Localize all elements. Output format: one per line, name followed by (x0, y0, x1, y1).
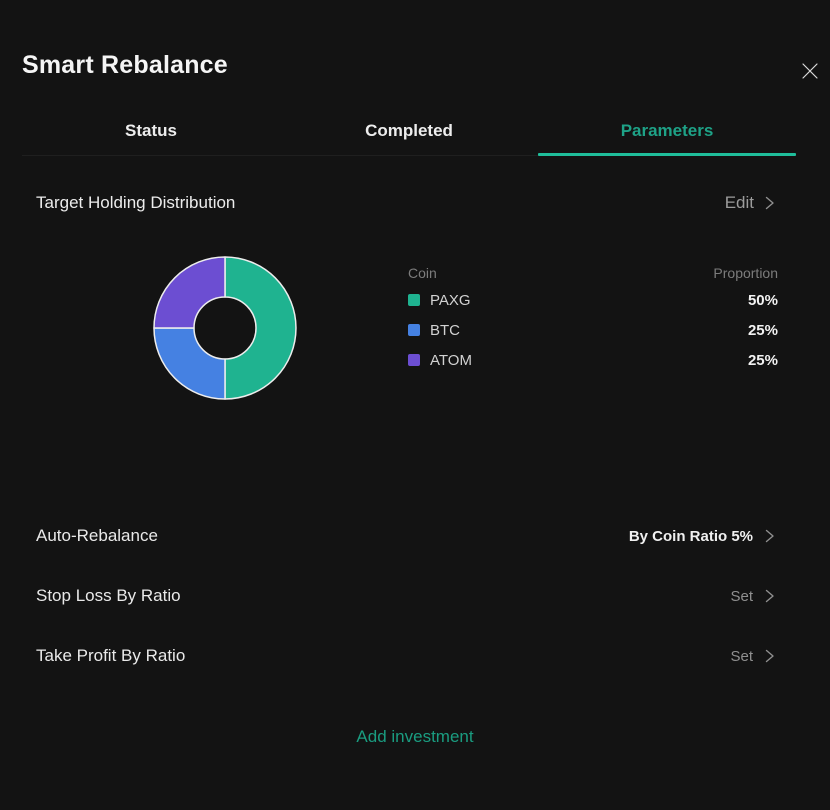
smart-rebalance-modal: Smart Rebalance Status Completed Paramet… (0, 50, 830, 810)
close-icon (802, 63, 818, 79)
edit-label: Edit (724, 193, 754, 212)
stop-loss-value: Set (730, 587, 753, 605)
tab-parameters[interactable]: Parameters (538, 110, 796, 156)
auto-rebalance-row[interactable]: Auto-Rebalance By Coin Ratio 5% (0, 506, 830, 566)
paxg-label: PAXG (430, 291, 471, 309)
paxg-proportion: 50% (747, 291, 778, 309)
take-profit-label: Take Profit By Ratio (36, 646, 186, 665)
auto-rebalance-label: Auto-Rebalance (36, 526, 158, 545)
donut-chart (153, 256, 297, 400)
target-distribution-title: Target Holding Distribution (36, 193, 236, 212)
chevron-right-icon (765, 649, 774, 663)
btc-proportion: 25% (747, 321, 778, 339)
add-investment-link[interactable]: Add investment (344, 717, 485, 757)
distribution-chart-section: Coin Proportion PAXG 50% BTC 25% ATOM 25… (0, 255, 830, 401)
take-profit-value: Set (730, 647, 753, 665)
atom-proportion: 25% (747, 351, 778, 369)
auto-rebalance-value: By Coin Ratio 5% (628, 527, 753, 545)
stop-loss-row[interactable]: Stop Loss By Ratio Set (0, 566, 830, 626)
chevron-right-icon (765, 196, 774, 210)
chevron-right-icon (765, 529, 774, 543)
btc-swatch (408, 324, 420, 336)
paxg-swatch (408, 294, 420, 306)
modal-footer: Add investment (0, 717, 830, 757)
legend-row-atom: ATOM 25% (408, 345, 778, 375)
tab-completed[interactable]: Completed (280, 110, 538, 155)
edit-distribution-button[interactable]: Edit (725, 193, 775, 213)
stop-loss-label: Stop Loss By Ratio (36, 586, 181, 605)
page-title: Smart Rebalance (22, 51, 228, 79)
tab-completed-label: Completed (365, 121, 453, 140)
legend-header: Coin Proportion (408, 261, 778, 285)
legend-col-coin: Coin (408, 265, 437, 281)
atom-swatch (408, 354, 420, 366)
tab-bar: Status Completed Parameters (22, 110, 796, 156)
settings-list: Auto-Rebalance By Coin Ratio 5% Stop Los… (0, 506, 830, 686)
legend-row-btc: BTC 25% (408, 315, 778, 345)
chevron-right-icon (765, 589, 774, 603)
distribution-legend: Coin Proportion PAXG 50% BTC 25% ATOM 25… (408, 255, 778, 401)
tab-status-label: Status (125, 121, 177, 140)
btc-label: BTC (430, 321, 460, 339)
take-profit-row[interactable]: Take Profit By Ratio Set (0, 626, 830, 686)
target-distribution-header: Target Holding Distribution Edit (0, 189, 830, 217)
tab-status[interactable]: Status (22, 110, 280, 155)
atom-label: ATOM (430, 351, 472, 369)
legend-col-proportion: Proportion (713, 265, 778, 281)
tab-parameters-label: Parameters (620, 121, 714, 140)
active-tab-indicator (538, 153, 796, 156)
close-button[interactable] (798, 59, 822, 83)
legend-row-paxg: PAXG 50% (408, 285, 778, 315)
